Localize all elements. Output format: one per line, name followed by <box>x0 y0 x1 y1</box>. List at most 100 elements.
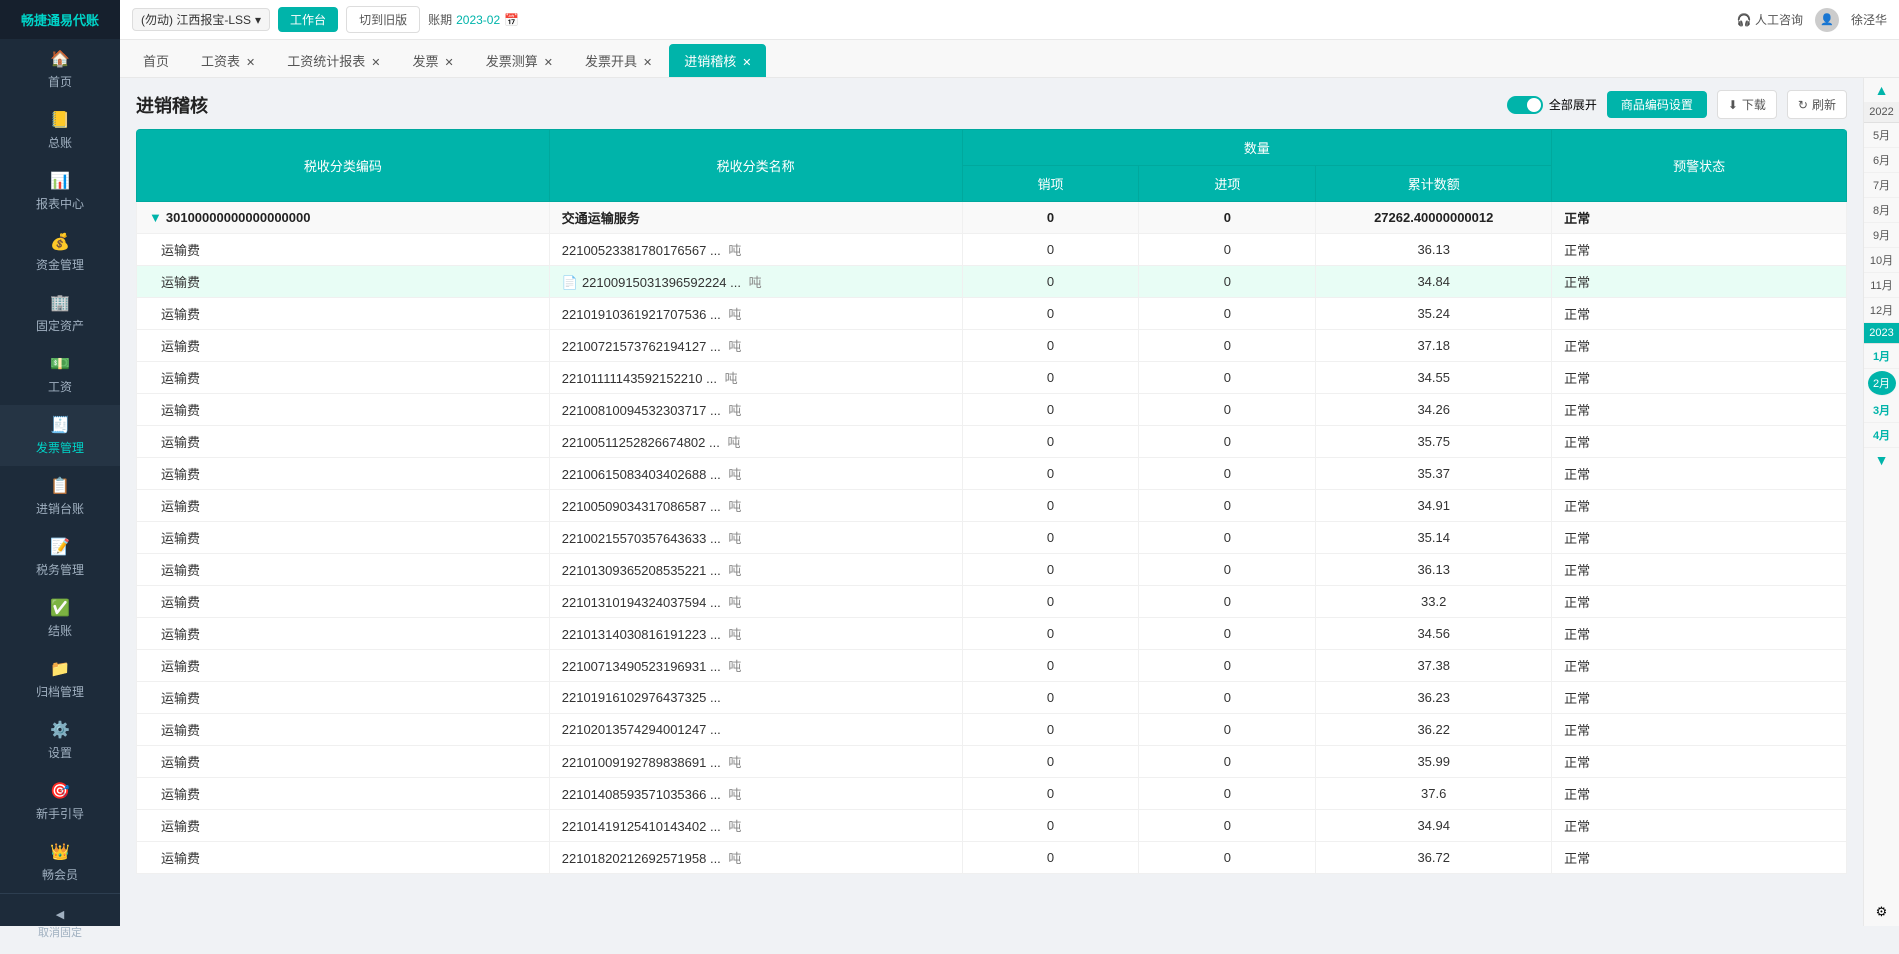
table-row[interactable]: 运输费 22101408593571035366 ... 吨 0 0 37.6 … <box>137 778 1847 810</box>
item-sales: 0 <box>962 618 1139 650</box>
table-row[interactable]: 运输费 22101419125410143402 ... 吨 0 0 34.94… <box>137 810 1847 842</box>
table-row[interactable]: 运输费 22100615083403402688 ... 吨 0 0 35.37… <box>137 458 1847 490</box>
toggle-track[interactable] <box>1507 96 1543 114</box>
table-row[interactable]: 运输费 22101009192789838691 ... 吨 0 0 35.99… <box>137 746 1847 778</box>
tab-invoice-calc[interactable]: 发票测算✕ <box>471 44 568 77</box>
calendar-up-nav[interactable]: ▲ <box>1864 78 1899 102</box>
tab-salary-stat[interactable]: 工资统计报表✕ <box>272 44 395 77</box>
calendar-icon[interactable]: 📅 <box>504 13 519 27</box>
tab-invoice[interactable]: 发票✕ <box>397 44 468 77</box>
item-invoice: 22101916102976437325 ... <box>549 682 962 714</box>
cal-month[interactable]: 3月 <box>1864 398 1899 423</box>
calendar-down-nav[interactable]: ▼ <box>1864 448 1899 472</box>
tab-home[interactable]: 首页 <box>128 44 184 77</box>
cal-month[interactable]: 9月 <box>1864 223 1899 248</box>
customer-service[interactable]: 🎧 人工咨询 <box>1737 11 1803 28</box>
table-row[interactable]: 运输费 22101111143592152210 ... 吨 0 0 34.55… <box>137 362 1847 394</box>
download-button[interactable]: ⬇ 下载 <box>1717 90 1777 119</box>
sidebar-item-report[interactable]: 📊报表中心 <box>0 161 120 222</box>
close-tab-invoice[interactable]: ✕ <box>445 57 454 69</box>
item-purchase: 0 <box>1139 394 1316 426</box>
item-invoice: 22101009192789838691 ... 吨 <box>549 746 962 778</box>
close-tab-salary-table[interactable]: ✕ <box>246 57 255 69</box>
cal-month[interactable]: 8月 <box>1864 198 1899 223</box>
switch-version-button[interactable]: 切到旧版 <box>346 6 420 33</box>
sidebar-item-assets[interactable]: 🏢固定资产 <box>0 283 120 344</box>
table-row[interactable]: 运输费 22101309365208535221 ... 吨 0 0 36.13… <box>137 554 1847 586</box>
cal-month[interactable]: 11月 <box>1864 273 1899 298</box>
sidebar-item-archive[interactable]: 📁归档管理 <box>0 649 120 710</box>
item-sales: 0 <box>962 554 1139 586</box>
invoice-icon: 🧾 <box>50 415 70 435</box>
item-invoice: 22101111143592152210 ... 吨 <box>549 362 962 394</box>
pin-sidebar-btn[interactable]: ◀ 取消固定 <box>0 902 120 946</box>
cal-month[interactable]: 10月 <box>1864 248 1899 273</box>
tab-invoice-open[interactable]: 发票开具✕ <box>570 44 667 77</box>
table-row[interactable]: 运输费 22100713490523196931 ... 吨 0 0 37.38… <box>137 650 1847 682</box>
item-cumulative: 35.37 <box>1316 458 1552 490</box>
sidebar-item-salary[interactable]: 💵工资 <box>0 344 120 405</box>
table-row[interactable]: 运输费 22101820212692571958 ... 吨 0 0 36.72… <box>137 842 1847 874</box>
sidebar-item-guide[interactable]: 🎯新手引导 <box>0 771 120 832</box>
refresh-button[interactable]: ↻ 刷新 <box>1787 90 1847 119</box>
item-invoice: 22101419125410143402 ... 吨 <box>549 810 962 842</box>
table-row[interactable]: 运输费 22101916102976437325 ... 0 0 36.23 正… <box>137 682 1847 714</box>
workbench-button[interactable]: 工作台 <box>278 7 338 32</box>
table-row[interactable]: 运输费 22101310194324037594 ... 吨 0 0 33.2 … <box>137 586 1847 618</box>
sidebar-item-ledger[interactable]: 📒总账 <box>0 100 120 161</box>
table-row[interactable]: 运输费 📄22100915031396592224 ... 吨 0 0 34.8… <box>137 266 1847 298</box>
tab-reconcile[interactable]: 进销稽核✕ <box>669 44 766 77</box>
sidebar-item-capital[interactable]: 💰资金管理 <box>0 222 120 283</box>
item-name: 运输费 <box>137 330 550 362</box>
close-tab-invoice-open[interactable]: ✕ <box>643 57 652 69</box>
toggle-thumb <box>1527 98 1541 112</box>
pin-icon: ◀ <box>56 908 64 921</box>
table-row[interactable]: 运输费 22101314030816191223 ... 吨 0 0 34.56… <box>137 618 1847 650</box>
item-cumulative: 35.99 <box>1316 746 1552 778</box>
item-invoice: 22101309365208535221 ... 吨 <box>549 554 962 586</box>
table-row[interactable]: 运输费 22101910361921707536 ... 吨 0 0 35.24… <box>137 298 1847 330</box>
cal-month[interactable]: 4月 <box>1864 423 1899 448</box>
close-tab-invoice-calc[interactable]: ✕ <box>544 57 553 69</box>
sidebar-item-sales[interactable]: 📋进销台账 <box>0 466 120 527</box>
cal-active-month[interactable]: 2月 <box>1868 371 1896 396</box>
expand-toggle[interactable]: 全部展开 <box>1507 96 1597 114</box>
item-invoice: 22100511252826674802 ... 吨 <box>549 426 962 458</box>
sidebar-item-settle[interactable]: ✅结账 <box>0 588 120 649</box>
table-row[interactable]: 运输费 22100721573762194127 ... 吨 0 0 37.18… <box>137 330 1847 362</box>
settings-button[interactable]: 商品编码设置 <box>1607 91 1707 118</box>
table-row[interactable]: 运输费 22100810094532303717 ... 吨 0 0 34.26… <box>137 394 1847 426</box>
cal-month[interactable]: 7月 <box>1864 173 1899 198</box>
table-row[interactable]: 运输费 22100523381780176567 ... 吨 0 0 36.13… <box>137 234 1847 266</box>
sidebar-item-tax[interactable]: 📝税务管理 <box>0 527 120 588</box>
cal-month[interactable]: 1月 <box>1864 344 1899 369</box>
sidebar-item-home[interactable]: 🏠首页 <box>0 39 120 100</box>
table-row[interactable]: 运输费 22100511252826674802 ... 吨 0 0 35.75… <box>137 426 1847 458</box>
cal-year-2023: 2023 <box>1864 323 1899 344</box>
item-cumulative: 36.13 <box>1316 554 1552 586</box>
close-tab-reconcile[interactable]: ✕ <box>742 57 751 69</box>
page-header: 进销稽核 全部展开 商品编码设置 ⬇ 下载 ↻ 刷 <box>136 90 1847 119</box>
table-row[interactable]: 运输费 22102013574294001247 ... 0 0 36.22 正… <box>137 714 1847 746</box>
item-invoice: 22100215570357643633 ... 吨 <box>549 522 962 554</box>
table-row[interactable]: 运输费 22100509034317086587 ... 吨 0 0 34.91… <box>137 490 1847 522</box>
item-invoice: 22102013574294001247 ... <box>549 714 962 746</box>
cal-month[interactable]: 5月 <box>1864 123 1899 148</box>
cal-month[interactable]: 12月 <box>1864 298 1899 323</box>
table-row[interactable]: 运输费 22100215570357643633 ... 吨 0 0 35.14… <box>137 522 1847 554</box>
item-status: 正常 <box>1552 522 1847 554</box>
sidebar-item-member[interactable]: 👑畅会员 <box>0 832 120 893</box>
tab-salary-table[interactable]: 工资表✕ <box>186 44 270 77</box>
sidebar-item-settings[interactable]: ⚙️设置 <box>0 710 120 771</box>
group-status: 正常 <box>1552 202 1847 234</box>
item-cumulative: 33.2 <box>1316 586 1552 618</box>
item-sales: 0 <box>962 330 1139 362</box>
cal-settings-icon[interactable]: ⚙ <box>1864 898 1899 926</box>
cal-month[interactable]: 6月 <box>1864 148 1899 173</box>
item-cumulative: 36.22 <box>1316 714 1552 746</box>
close-tab-salary-stat[interactable]: ✕ <box>371 57 380 69</box>
sidebar: 畅捷通易代账 🏠首页📒总账📊报表中心💰资金管理🏢固定资产💵工资🧾发票管理📋进销台… <box>0 0 120 926</box>
sidebar-item-invoice[interactable]: 🧾发票管理 <box>0 405 120 466</box>
company-selector[interactable]: (勿动) 江西报宝-LSS ▾ <box>132 8 270 31</box>
group-cumulative: 27262.40000000012 <box>1316 202 1552 234</box>
